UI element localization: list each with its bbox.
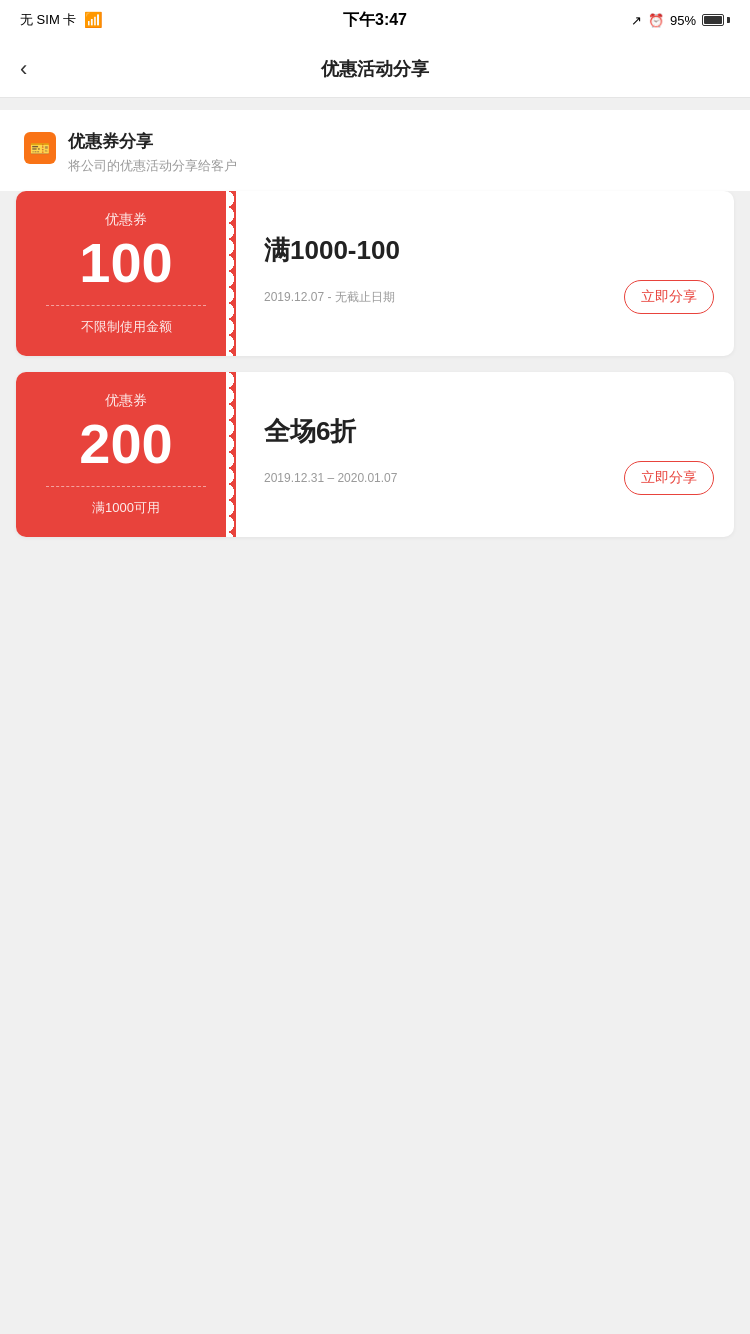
section-subtitle: 将公司的优惠活动分享给客户 [68,157,237,175]
wifi-icon: 📶 [84,11,103,29]
coupon-right-0: 满1000-100 2019.12.07 - 无截止日期 立即分享 [236,191,734,356]
coupon-amount-0: 100 [79,235,172,291]
coupon-bottom-row-0: 2019.12.07 - 无截止日期 立即分享 [264,280,714,314]
coupon-list: 优惠券 100 不限制使用金额 满1000-100 2019.12.07 - 无… [0,191,750,553]
coupon-name-1: 全场6折 [264,414,714,449]
coupon-condition-1: 满1000可用 [92,499,160,517]
alarm-icon: ⏰ [648,13,664,28]
coupon-label-1: 优惠券 [105,392,147,410]
coupon-condition-0: 不限制使用金额 [81,318,172,336]
location-icon: ↗ [631,13,642,28]
status-left: 无 SIM 卡 📶 [20,11,103,29]
status-time: 下午3:47 [343,10,407,31]
bottom-area [0,553,750,1053]
section-text-wrap: 优惠券分享 将公司的优惠活动分享给客户 [68,130,237,175]
share-button-0[interactable]: 立即分享 [624,280,714,314]
coupon-date-1: 2019.12.31 – 2020.01.07 [264,471,397,485]
top-separator [0,98,750,110]
coupon-card: 优惠券 100 不限制使用金额 满1000-100 2019.12.07 - 无… [16,191,734,356]
coupon-left-1: 优惠券 200 满1000可用 [16,372,236,537]
coupon-right-1: 全场6折 2019.12.31 – 2020.01.07 立即分享 [236,372,734,537]
coupon-icon-emoji: 🎫 [30,139,50,158]
coupon-date-0: 2019.12.07 - 无截止日期 [264,289,395,306]
nav-bar: ‹ 优惠活动分享 [0,40,750,98]
share-button-1[interactable]: 立即分享 [624,461,714,495]
coupon-amount-1: 200 [79,416,172,472]
page-title: 优惠活动分享 [321,57,429,81]
section-header: 🎫 优惠券分享 将公司的优惠活动分享给客户 [0,110,750,191]
battery-icon [702,14,730,26]
back-button[interactable]: ‹ [20,56,27,82]
battery-percent: 95% [670,13,696,28]
status-bar: 无 SIM 卡 📶 下午3:47 ↗ ⏰ 95% [0,0,750,40]
status-right: ↗ ⏰ 95% [631,13,730,28]
section-icon: 🎫 [24,132,56,164]
section-title: 优惠券分享 [68,130,237,153]
coupon-left-0: 优惠券 100 不限制使用金额 [16,191,236,356]
coupon-label-0: 优惠券 [105,211,147,229]
coupon-bottom-row-1: 2019.12.31 – 2020.01.07 立即分享 [264,461,714,495]
coupon-divider-0 [46,305,206,306]
carrier-label: 无 SIM 卡 [20,11,76,29]
coupon-divider-1 [46,486,206,487]
coupon-card: 优惠券 200 满1000可用 全场6折 2019.12.31 – 2020.0… [16,372,734,537]
coupon-name-0: 满1000-100 [264,233,714,268]
